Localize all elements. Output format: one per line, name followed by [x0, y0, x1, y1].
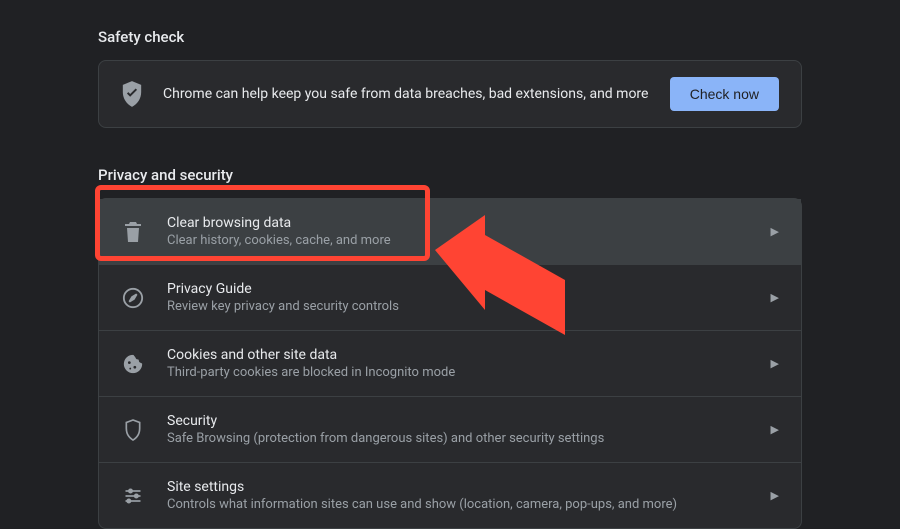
- shield-icon: [121, 81, 143, 107]
- privacy-security-list: Clear browsing data Clear history, cooki…: [98, 198, 802, 529]
- chevron-right-icon: ▶: [771, 489, 779, 502]
- compass-icon: [121, 286, 145, 310]
- cookie-icon: [121, 352, 145, 376]
- row-title: Security: [167, 413, 761, 429]
- row-desc: Third-party cookies are blocked in Incog…: [167, 365, 761, 380]
- row-desc: Review key privacy and security controls: [167, 299, 761, 314]
- row-privacy-guide[interactable]: Privacy Guide Review key privacy and sec…: [99, 265, 801, 331]
- row-desc: Safe Browsing (protection from dangerous…: [167, 431, 761, 446]
- trash-icon: [121, 220, 145, 244]
- chevron-right-icon: ▶: [771, 357, 779, 370]
- safety-check-card: Chrome can help keep you safe from data …: [98, 60, 802, 128]
- row-security[interactable]: Security Safe Browsing (protection from …: [99, 397, 801, 463]
- row-title: Cookies and other site data: [167, 347, 761, 363]
- chevron-right-icon: ▶: [771, 225, 779, 238]
- safety-check-heading: Safety check: [98, 28, 802, 46]
- chevron-right-icon: ▶: [771, 291, 779, 304]
- sliders-icon: [121, 484, 145, 508]
- row-cookies[interactable]: Cookies and other site data Third-party …: [99, 331, 801, 397]
- privacy-security-heading: Privacy and security: [98, 166, 802, 184]
- row-title: Privacy Guide: [167, 281, 761, 297]
- row-title: Site settings: [167, 479, 761, 495]
- chevron-right-icon: ▶: [771, 423, 779, 436]
- safety-check-message: Chrome can help keep you safe from data …: [163, 86, 670, 102]
- row-title: Clear browsing data: [167, 215, 761, 231]
- row-desc: Controls what information sites can use …: [167, 497, 761, 512]
- row-desc: Clear history, cookies, cache, and more: [167, 233, 761, 248]
- row-clear-browsing-data[interactable]: Clear browsing data Clear history, cooki…: [99, 199, 801, 265]
- check-now-button[interactable]: Check now: [670, 77, 779, 111]
- row-site-settings[interactable]: Site settings Controls what information …: [99, 463, 801, 528]
- shield-outline-icon: [121, 418, 145, 442]
